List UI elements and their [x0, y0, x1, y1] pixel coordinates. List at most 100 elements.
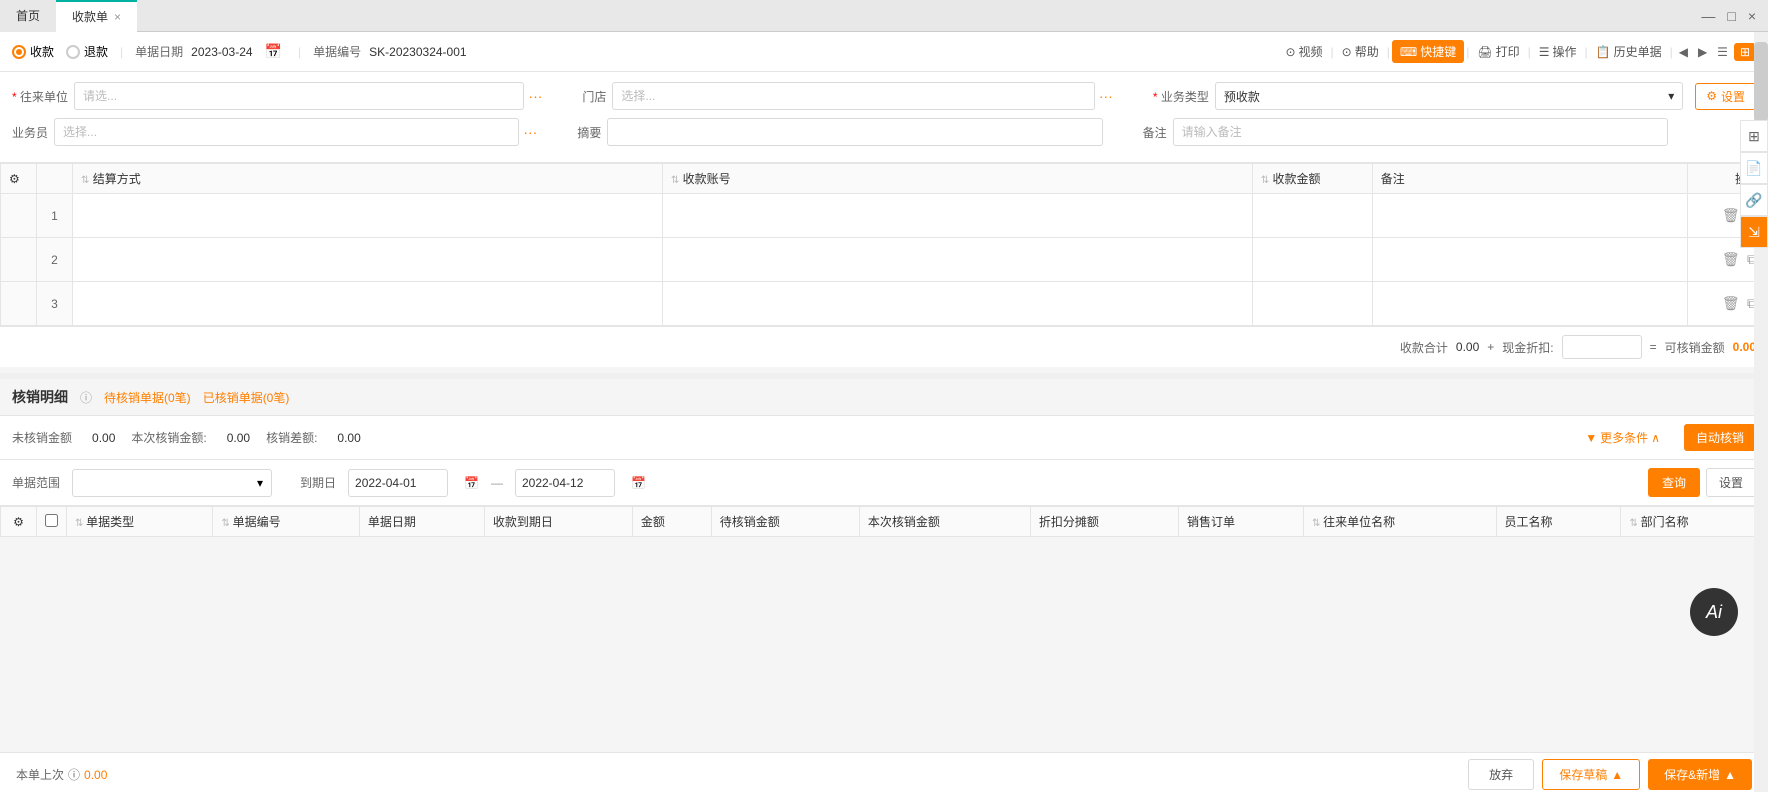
- abandon-btn[interactable]: 放弃: [1468, 759, 1534, 790]
- sep4: |: [1387, 45, 1390, 59]
- tab-home[interactable]: 首页: [0, 0, 56, 32]
- th-amount-label: 收款金额: [1272, 172, 1320, 186]
- bth-gear[interactable]: ⚙: [1, 507, 37, 537]
- ai-badge[interactable]: Ai: [1690, 588, 1738, 636]
- next-record-btn[interactable]: ▶: [1694, 45, 1711, 59]
- row-amount-cell[interactable]: [1252, 282, 1372, 326]
- biz-type-select[interactable]: 预收款 ▾: [1215, 82, 1683, 110]
- operate-btn[interactable]: ☰ 操作: [1533, 40, 1583, 63]
- summary-input[interactable]: [607, 118, 1102, 146]
- print-btn[interactable]: 🖨 打印: [1471, 40, 1525, 63]
- sidebar-doc-btn[interactable]: 📄: [1740, 152, 1768, 184]
- cal-icon-1[interactable]: 📅: [464, 476, 479, 490]
- window-minimize-btn[interactable]: —: [1697, 8, 1719, 24]
- form-row-2: 业务员 ··· 摘要 备注: [12, 118, 1756, 146]
- grid-view-btn[interactable]: ⊞: [1734, 43, 1756, 61]
- store-input[interactable]: [612, 82, 1094, 110]
- bth-checkbox[interactable]: [37, 507, 67, 537]
- sep8: |: [1670, 45, 1673, 59]
- date-value[interactable]: 2023-03-24: [191, 45, 252, 59]
- range-select[interactable]: ▾: [72, 469, 272, 497]
- query-btn[interactable]: 查询: [1648, 468, 1700, 497]
- row-delete-btn[interactable]: 🗑: [1722, 295, 1740, 311]
- row-delete-btn[interactable]: 🗑: [1722, 207, 1740, 223]
- row-delete-btn[interactable]: 🗑: [1722, 251, 1740, 267]
- bth-due-date-label: 收款到期日: [493, 515, 553, 529]
- bth-pending-label: 待核销金额: [720, 515, 780, 529]
- list-view-btn[interactable]: ☰: [1713, 45, 1732, 59]
- tab-active[interactable]: 收款单 ×: [56, 0, 137, 32]
- window-maximize-btn[interactable]: □: [1723, 8, 1739, 24]
- sep5: |: [1466, 45, 1469, 59]
- row-settlement-cell[interactable]: [73, 238, 663, 282]
- row-remark-cell[interactable]: [1372, 194, 1687, 238]
- row-account-cell[interactable]: [662, 282, 1252, 326]
- form-row-1: 往来单位 ··· 门店 ··· 业务类型 预收款 ▾ ⚙ 设置: [12, 82, 1756, 110]
- due-date-start[interactable]: [348, 469, 448, 497]
- done-tab[interactable]: 已核销单据(0笔): [203, 389, 290, 406]
- auto-hexiao-btn[interactable]: 自动核销: [1684, 424, 1756, 451]
- right-sidebar: ⊞ 📄 🔗 ⇲: [1740, 120, 1768, 248]
- due-date-end[interactable]: [515, 469, 615, 497]
- row-amount-cell[interactable]: [1252, 238, 1372, 282]
- gear-icon: ⚙: [1706, 89, 1717, 103]
- staff-input[interactable]: [54, 118, 519, 146]
- row-settlement-cell[interactable]: [73, 282, 663, 326]
- remark-input[interactable]: [1173, 118, 1668, 146]
- window-close-btn[interactable]: ×: [1744, 8, 1760, 24]
- bth-doc-num-label: 单据编号: [233, 515, 281, 529]
- scrollbar-thumb[interactable]: [1754, 42, 1768, 122]
- th-gear[interactable]: ⚙: [1, 164, 37, 194]
- discount-input[interactable]: [1562, 335, 1642, 359]
- history-btn[interactable]: 📋 历史单据: [1590, 40, 1668, 63]
- row-amount-cell[interactable]: [1252, 194, 1372, 238]
- select-all-checkbox[interactable]: [45, 514, 58, 527]
- bth-pending: 待核销金额: [711, 507, 859, 537]
- print-label: 打印: [1496, 43, 1520, 60]
- save-new-btn[interactable]: 保存&新增 ▲: [1648, 759, 1752, 790]
- store-more-btn[interactable]: ···: [1099, 88, 1113, 104]
- bottom-info-val: 0.00: [84, 768, 107, 782]
- staff-more-btn[interactable]: ···: [523, 124, 537, 140]
- cal-icon-2[interactable]: 📅: [631, 476, 646, 490]
- hexiao-info-icon[interactable]: ⓘ: [80, 389, 92, 406]
- row-remark-cell[interactable]: [1372, 282, 1687, 326]
- operate-icon: ☰: [1539, 45, 1550, 59]
- sidebar-table-btn[interactable]: ⊞: [1740, 120, 1768, 152]
- save-draft-btn[interactable]: 保存草稿 ▲: [1542, 759, 1640, 790]
- refund-label: 退款: [84, 43, 108, 60]
- receipt-radio[interactable]: 收款: [12, 43, 54, 60]
- setting-label: 设置: [1721, 88, 1745, 105]
- pending-tab[interactable]: 待核销单据(0笔): [104, 389, 191, 406]
- video-btn[interactable]: ⊙ 视频: [1279, 40, 1328, 63]
- sidebar-link-btn[interactable]: 🔗: [1740, 184, 1768, 216]
- staff-label: 业务员: [12, 124, 48, 141]
- table-header-row: ⚙ ⇅ 结算方式 ⇅ 收款账号 ⇅ 收款金额 备注 操作: [1, 164, 1768, 194]
- current-val: 0.00: [227, 431, 250, 445]
- staff-field: 业务员 ···: [12, 118, 537, 146]
- shortcut-btn[interactable]: ⌨ 快捷键: [1392, 40, 1464, 63]
- calendar-icon[interactable]: 📅: [261, 43, 286, 60]
- row-account-cell[interactable]: [662, 238, 1252, 282]
- toolbar: 收款 退款 | 单据日期 2023-03-24 📅 | 单据编号 SK-2023…: [0, 32, 1768, 72]
- bth-doc-num: ⇅ 单据编号: [213, 507, 359, 537]
- row-remark-cell[interactable]: [1372, 238, 1687, 282]
- tab-close-btn[interactable]: ×: [114, 1, 121, 33]
- filter-setting-btn[interactable]: 设置: [1706, 468, 1756, 497]
- more-conditions-btn[interactable]: ▼ 更多条件 ∧: [1585, 429, 1660, 446]
- help-btn[interactable]: ⊙ 帮助: [1336, 40, 1385, 63]
- sep6: |: [1528, 45, 1531, 59]
- total-label: 收款合计: [1400, 339, 1448, 356]
- prev-record-btn[interactable]: ◀: [1675, 45, 1692, 59]
- sidebar-expand-btn[interactable]: ⇲: [1740, 216, 1768, 248]
- row-account-cell[interactable]: [662, 194, 1252, 238]
- counterpart-more-btn[interactable]: ···: [528, 88, 542, 104]
- counterpart-input[interactable]: [74, 82, 524, 110]
- biz-type-field: 业务类型 预收款 ▾: [1153, 82, 1683, 110]
- refund-radio[interactable]: 退款: [66, 43, 108, 60]
- print-icon: 🖨: [1477, 45, 1492, 59]
- setting-btn[interactable]: ⚙ 设置: [1695, 83, 1756, 110]
- tab-bar-right: — □ ×: [1697, 8, 1768, 24]
- row-settlement-cell[interactable]: [73, 194, 663, 238]
- row-gear-cell: [1, 238, 37, 282]
